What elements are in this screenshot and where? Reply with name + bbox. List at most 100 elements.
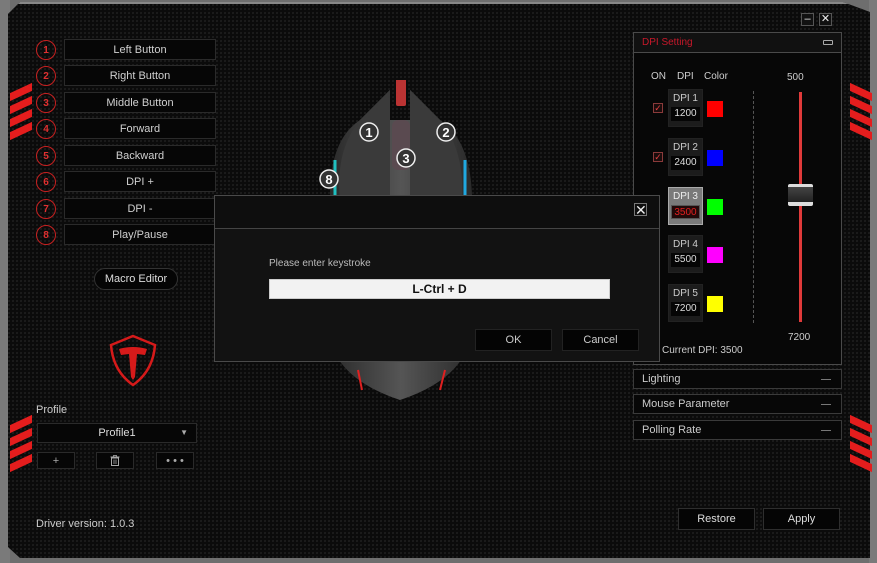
- button-number-badge: 6: [36, 172, 56, 192]
- button-row: 2 Right Button: [36, 65, 216, 87]
- dpi-stage-value[interactable]: 5500: [671, 253, 700, 267]
- button-number-badge: 3: [36, 93, 56, 113]
- expand-icon: [821, 430, 831, 431]
- dpi-color-swatch[interactable]: [707, 247, 723, 263]
- more-options-button[interactable]: • • •: [156, 452, 194, 469]
- section-polling-rate[interactable]: Polling Rate: [633, 420, 842, 440]
- mouse-marker-8: 8: [319, 169, 339, 189]
- button-assignment[interactable]: Left Button: [64, 39, 216, 60]
- dpi-stage-value[interactable]: 1200: [671, 107, 700, 121]
- dpi-stage-button[interactable]: DPI 5 7200: [668, 284, 703, 322]
- profile-label: Profile: [36, 404, 68, 416]
- decor-stripes-left-top: [10, 82, 32, 146]
- dpi-stage-checkbox[interactable]: ✓: [653, 152, 663, 162]
- profile-select-value: Profile1: [98, 427, 136, 439]
- dpi-stage-value[interactable]: 2400: [671, 156, 700, 170]
- button-row: 3 Middle Button: [36, 92, 216, 114]
- column-dpi-label: DPI: [677, 71, 694, 82]
- button-assignment[interactable]: Middle Button: [64, 92, 216, 113]
- button-row: 4 Forward: [36, 118, 216, 140]
- profile-select[interactable]: Profile1 ▼: [37, 423, 197, 443]
- chevron-down-icon: ▼: [180, 428, 188, 437]
- svg-text:3: 3: [402, 151, 409, 166]
- dialog-close-button[interactable]: ✕: [634, 203, 647, 217]
- dpi-setting-panel: DPI Setting ON DPI Color ✓ DPI 1 1200 ✓ DPI …: [633, 32, 842, 365]
- minimize-button[interactable]: –: [801, 13, 814, 26]
- restore-button[interactable]: Restore: [678, 508, 755, 530]
- expand-icon: [821, 379, 831, 380]
- dpi-color-swatch[interactable]: [707, 296, 723, 312]
- dpi-slider-thumb[interactable]: [788, 183, 813, 206]
- dpi-stage-label: DPI 2: [672, 142, 698, 153]
- decor-stripes-left-bottom: [10, 414, 32, 478]
- dpi-color-swatch[interactable]: [707, 150, 723, 166]
- dpi-stage-label: DPI 5: [672, 288, 698, 299]
- svg-text:8: 8: [325, 172, 332, 187]
- button-number-badge: 4: [36, 119, 56, 139]
- collapse-dpi-button[interactable]: [823, 40, 833, 45]
- button-assignment[interactable]: Backward: [64, 145, 216, 166]
- current-dpi-value: 3500: [720, 345, 743, 356]
- dpi-stage-button[interactable]: DPI 4 5500: [668, 235, 703, 273]
- dpi-stage-label: DPI 4: [672, 239, 698, 250]
- dpi-stage-checkbox[interactable]: ✓: [653, 103, 663, 113]
- dpi-stage-button[interactable]: DPI 2 2400: [668, 138, 703, 176]
- button-number-badge: 2: [36, 66, 56, 86]
- button-row: 8 Play/Pause: [36, 224, 216, 246]
- button-row: 6 DPI +: [36, 171, 216, 193]
- brand-logo: [109, 334, 157, 387]
- macro-editor-button[interactable]: Macro Editor: [94, 268, 178, 290]
- mouse-marker-3: 3: [396, 148, 416, 168]
- mouse-marker-1: 1: [359, 122, 379, 142]
- divider: [753, 91, 754, 323]
- right-frame-rail: [869, 0, 877, 563]
- dpi-slider-track[interactable]: [799, 92, 802, 322]
- section-label: Mouse Parameter: [642, 398, 730, 410]
- decor-stripes-right-bottom: [850, 414, 872, 478]
- dialog-titlebar: ✕: [215, 196, 659, 229]
- button-row: 5 Backward: [36, 145, 216, 167]
- button-assignment[interactable]: DPI +: [64, 171, 216, 192]
- dpi-color-swatch[interactable]: [707, 101, 723, 117]
- slider-min-label: 500: [787, 72, 804, 83]
- decor-stripes-right-top: [850, 82, 872, 146]
- keystroke-dialog: ✕ Please enter keystroke L-Ctrl + D OK C…: [214, 195, 660, 362]
- current-dpi-label: Current DPI:: [662, 345, 718, 356]
- expand-icon: [821, 404, 831, 405]
- dpi-stage-value[interactable]: 7200: [671, 302, 700, 316]
- mouse-marker-2: 2: [436, 122, 456, 142]
- driver-version: Driver version: 1.0.3: [36, 518, 135, 530]
- dialog-prompt: Please enter keystroke: [269, 258, 371, 269]
- close-button[interactable]: ✕: [819, 13, 832, 26]
- svg-text:2: 2: [442, 125, 449, 140]
- section-label: Polling Rate: [642, 424, 702, 436]
- dpi-stage-label: DPI 3: [672, 191, 698, 202]
- dpi-setting-title: DPI Setting: [642, 37, 693, 48]
- button-number-badge: 5: [36, 146, 56, 166]
- section-mouse-parameter[interactable]: Mouse Parameter: [633, 394, 842, 414]
- keystroke-input[interactable]: L-Ctrl + D: [269, 279, 610, 299]
- add-profile-button[interactable]: +: [37, 452, 75, 469]
- column-on-label: ON: [651, 71, 666, 82]
- delete-profile-button[interactable]: [96, 452, 134, 469]
- section-lighting[interactable]: Lighting: [633, 369, 842, 389]
- button-assignment[interactable]: DPI -: [64, 198, 216, 219]
- ok-button[interactable]: OK: [475, 329, 552, 351]
- dpi-setting-header: DPI Setting: [634, 33, 841, 53]
- trash-icon: [110, 455, 120, 466]
- svg-text:1: 1: [365, 125, 372, 140]
- dpi-stage-button[interactable]: DPI 3 3500: [668, 187, 703, 225]
- dpi-stage-value[interactable]: 3500: [671, 205, 700, 219]
- button-row: 1 Left Button: [36, 39, 216, 61]
- dpi-color-swatch[interactable]: [707, 199, 723, 215]
- button-assignment[interactable]: Forward: [64, 118, 216, 139]
- dpi-stage-button[interactable]: DPI 1 1200: [668, 89, 703, 127]
- button-assignment[interactable]: Play/Pause: [64, 224, 216, 245]
- dpi-stage-label: DPI 1: [672, 93, 698, 104]
- button-assignment[interactable]: Right Button: [64, 65, 216, 86]
- button-number-badge: 7: [36, 199, 56, 219]
- cancel-button[interactable]: Cancel: [562, 329, 639, 351]
- button-number-badge: 8: [36, 225, 56, 245]
- current-dpi: Current DPI: 3500: [662, 345, 743, 356]
- apply-button[interactable]: Apply: [763, 508, 840, 530]
